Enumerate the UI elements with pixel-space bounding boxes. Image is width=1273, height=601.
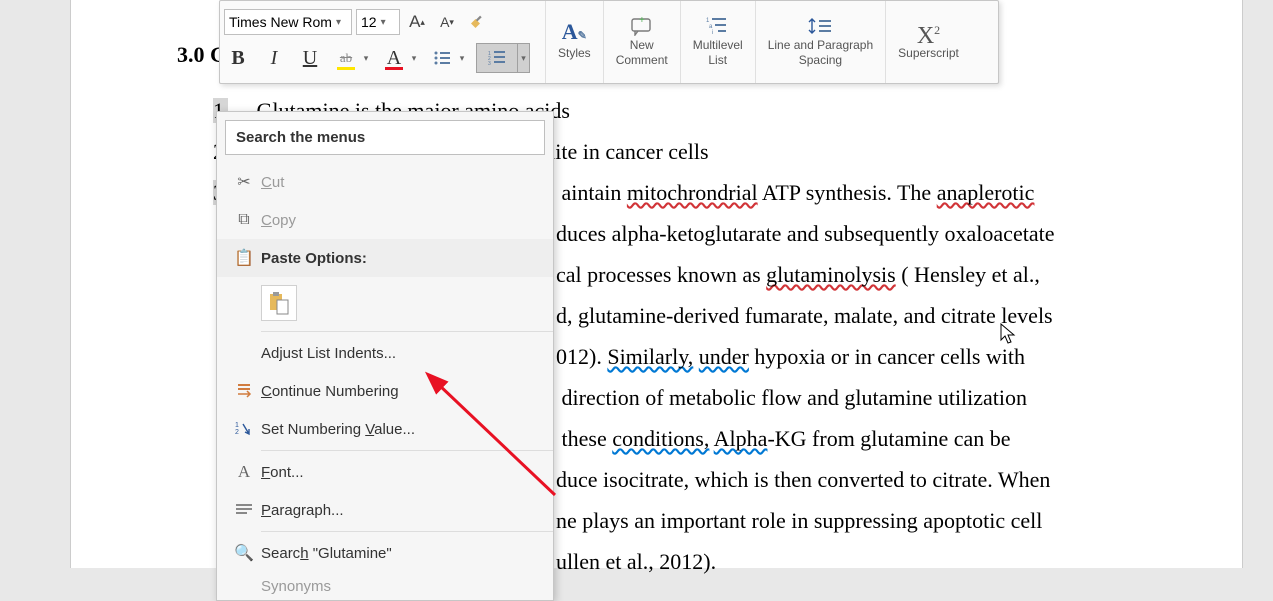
styles-icon: A✎ (562, 24, 587, 44)
scissors-icon: ✂ (227, 172, 261, 192)
list-line-2-tail: olite in cancer cells (538, 139, 708, 164)
svg-text:1: 1 (235, 422, 239, 429)
bullets-dropdown[interactable]: ▾ (456, 43, 468, 73)
multilevel-list-icon: 1ai (706, 16, 730, 36)
new-comment-button[interactable]: + New Comment (603, 1, 680, 83)
grammarflag-similarly: Similarly, (607, 344, 693, 369)
continue-numbering-icon (227, 382, 261, 400)
paintbrush-icon (468, 13, 486, 31)
numbering-button[interactable]: 123 (476, 43, 518, 73)
highlight-dropdown[interactable]: ▾ (360, 43, 372, 73)
grammarflag-under: under (699, 344, 749, 369)
menu-search-input[interactable]: Search the menus (225, 120, 545, 155)
menu-paste-options (217, 277, 553, 329)
svg-text:i: i (712, 30, 713, 36)
menu-set-numbering-value[interactable]: 12 Set Numbering Value... (217, 410, 553, 448)
mouse-cursor-icon (1000, 323, 1018, 351)
clipboard-icon: 📋 (227, 248, 261, 268)
bullets-icon (433, 50, 451, 66)
context-menu: Search the menus ✂ CuCutt ⧉ Copy 📋 Paste… (216, 111, 554, 601)
menu-paragraph[interactable]: Paragraph... (217, 491, 553, 529)
comment-icon: + (630, 16, 654, 36)
highlight-color-swatch (337, 67, 355, 70)
numbering-icon: 123 (488, 50, 506, 66)
line-spacing-button[interactable]: Line and Paragraph Spacing (755, 1, 885, 83)
grammarflag-alpha: Alpha (714, 426, 768, 451)
font-color-button[interactable]: A (380, 43, 408, 73)
copy-icon: ⧉ (227, 211, 261, 229)
font-family-combo[interactable]: Times New Rom▾ (224, 9, 352, 35)
highlight-button[interactable]: ab (332, 43, 360, 73)
superscript-button[interactable]: X2 Superscript (885, 1, 971, 83)
paragraph-icon (227, 503, 261, 517)
italic-button[interactable]: I (260, 43, 288, 73)
font-color-dropdown[interactable]: ▾ (408, 43, 420, 73)
underline-button[interactable]: U (296, 43, 324, 73)
menu-cut[interactable]: ✂ CuCutt (217, 163, 553, 201)
format-painter-button[interactable] (464, 9, 490, 35)
set-numbering-value-icon: 12 (227, 420, 261, 438)
paste-keep-source-button[interactable] (261, 285, 297, 321)
svg-text:+: + (639, 16, 645, 26)
superscript-icon: X2 (917, 23, 940, 44)
spellerror-mitochrondrial: mitochrondrial (627, 180, 758, 205)
line-spacing-icon (807, 16, 833, 36)
menu-copy[interactable]: ⧉ Copy (217, 201, 553, 239)
grammarflag-conditions: conditions, (612, 426, 709, 451)
styles-button[interactable]: A✎ Styles (545, 1, 603, 83)
svg-text:2: 2 (235, 429, 239, 436)
font-size-combo[interactable]: 12▾ (356, 9, 400, 35)
caret-icon: ▾ (336, 17, 341, 28)
menu-font[interactable]: A Font... (217, 453, 553, 491)
font-color-swatch (385, 67, 403, 70)
decrease-font-button[interactable]: A▾ (434, 9, 460, 35)
caret-icon: ▾ (381, 17, 386, 28)
menu-search-term[interactable]: 🔍 Search "Glutamine" (217, 534, 553, 572)
numbering-dropdown[interactable]: ▾ (518, 43, 530, 73)
mini-toolbar: Times New Rom▾ 12▾ A▴ A▾ B I U ab ▾ (219, 0, 999, 84)
menu-synonyms[interactable]: Synonyms (217, 572, 553, 600)
menu-paste-options-header: 📋 Paste Options: (217, 239, 553, 277)
svg-text:3: 3 (488, 61, 491, 66)
font-icon: A (227, 462, 261, 482)
menu-adjust-list-indents[interactable]: Adjust List Indents... (217, 334, 553, 372)
bold-button[interactable]: B (224, 43, 252, 73)
multilevel-list-button[interactable]: 1ai Multilevel List (680, 1, 755, 83)
menu-continue-numbering[interactable]: Continue Numbering (217, 372, 553, 410)
search-icon: 🔍 (227, 543, 261, 563)
bullets-button[interactable] (428, 43, 456, 73)
paste-keep-source-icon (268, 291, 290, 315)
spellerror-glutaminolysis: glutaminolysis (766, 262, 896, 287)
spellerror-anaplerotic: anaplerotic (937, 180, 1035, 205)
increase-font-button[interactable]: A▴ (404, 9, 430, 35)
